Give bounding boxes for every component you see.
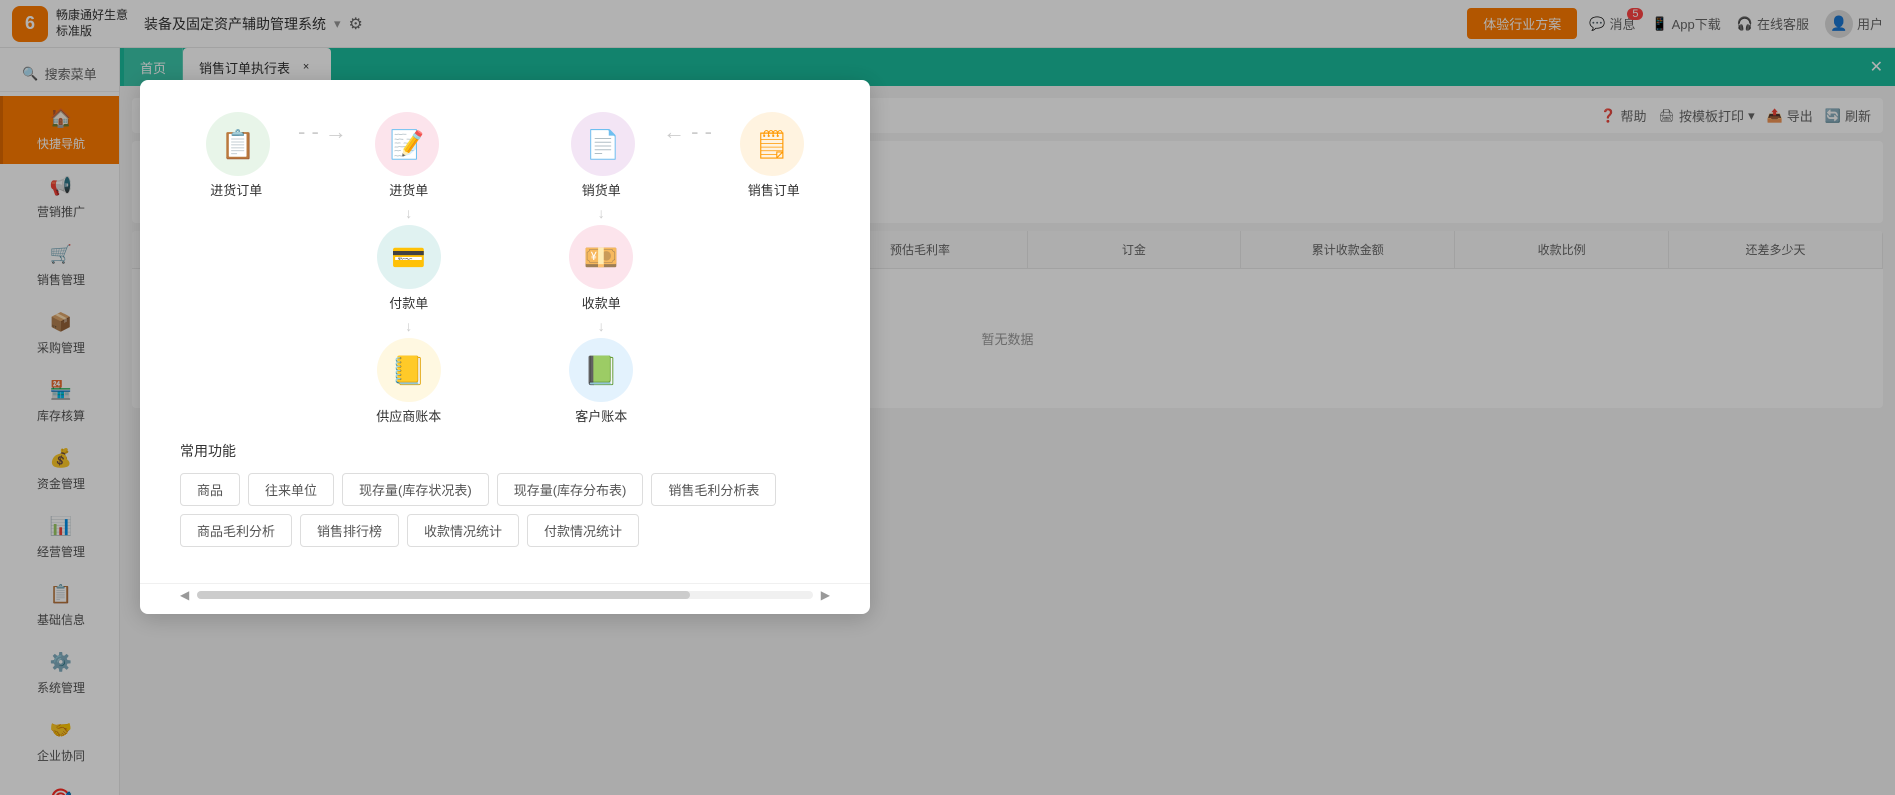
flow-node-sales-bill[interactable]: 📄	[545, 112, 661, 176]
function-btn-0[interactable]: 商品	[180, 473, 240, 506]
arrow-down-purchase: ↓	[353, 205, 466, 221]
flow-node-customer-ledger[interactable]: 📗	[545, 338, 658, 402]
flow-node-purchase-bill[interactable]: 📝	[349, 112, 465, 176]
payment-icon: 💳	[377, 225, 441, 289]
scroll-arrows: ◀ ▶	[180, 588, 830, 602]
label-purchase-bill: 进货单	[353, 180, 466, 199]
supplier-ledger-icon: 📒	[377, 338, 441, 402]
arrow-down-payment: ↓	[353, 318, 466, 334]
function-btn-8[interactable]: 付款情况统计	[527, 514, 639, 547]
common-functions: 常用功能 商品往来单位现存量(库存状况表)现存量(库存分布表)销售毛利分析表商品…	[180, 441, 830, 555]
label-customer-ledger: 客户账本	[545, 406, 658, 425]
scroll-track[interactable]	[197, 591, 813, 599]
flow-node-supplier-ledger[interactable]: 📒	[353, 338, 466, 402]
flow-modal: 📋 - - → 📝 📄 ← - - 🗒 进货订单 进货单	[140, 80, 870, 614]
flow-node-purchase-order[interactable]: 📋	[180, 112, 296, 176]
common-functions-title: 常用功能	[180, 441, 830, 461]
function-btn-7[interactable]: 收款情况统计	[407, 514, 519, 547]
function-btn-2[interactable]: 现存量(库存状况表)	[342, 473, 489, 506]
label-sales-bill: 销货单	[545, 180, 658, 199]
sales-order-icon: 🗒	[740, 112, 804, 176]
arrow-down-receipt: ↓	[545, 318, 658, 334]
flow-node-receipt[interactable]: 💴	[545, 225, 658, 289]
flow-node-sales-order[interactable]: 🗒	[714, 112, 830, 176]
receipt-icon: 💴	[569, 225, 633, 289]
customer-ledger-icon: 📗	[569, 338, 633, 402]
arrow-left-1: ← - -	[661, 119, 714, 169]
function-buttons-row1: 商品往来单位现存量(库存状况表)现存量(库存分布表)销售毛利分析表商品毛利分析销…	[180, 473, 830, 547]
flow-node-payment[interactable]: 💳	[353, 225, 466, 289]
function-buttons-row1: 商品往来单位现存量(库存状况表)现存量(库存分布表)销售毛利分析表商品毛利分析销…	[180, 473, 830, 555]
function-btn-6[interactable]: 销售排行榜	[300, 514, 399, 547]
label-sales-order: 销售订单	[718, 180, 831, 199]
purchase-bill-icon: 📝	[375, 112, 439, 176]
modal-body: 📋 - - → 📝 📄 ← - - 🗒 进货订单 进货单	[140, 80, 870, 583]
label-supplier-ledger: 供应商账本	[353, 406, 466, 425]
label-purchase-order: 进货订单	[180, 180, 293, 199]
label-payment: 付款单	[353, 293, 466, 312]
modal-scroll: ◀ ▶	[140, 583, 870, 614]
sales-bill-icon: 📄	[571, 112, 635, 176]
purchase-order-icon: 📋	[206, 112, 270, 176]
scroll-thumb	[197, 591, 689, 599]
scroll-right-btn[interactable]: ▶	[821, 588, 830, 602]
function-btn-3[interactable]: 现存量(库存分布表)	[497, 473, 644, 506]
function-btn-5[interactable]: 商品毛利分析	[180, 514, 292, 547]
scroll-left-btn[interactable]: ◀	[180, 588, 189, 602]
function-btn-4[interactable]: 销售毛利分析表	[651, 473, 776, 506]
label-receipt: 收款单	[545, 293, 658, 312]
modal-overlay[interactable]: 📋 - - → 📝 📄 ← - - 🗒 进货订单 进货单	[0, 0, 1895, 795]
arrow-right-1: - - →	[296, 119, 349, 169]
function-btn-1[interactable]: 往来单位	[248, 473, 334, 506]
arrow-down-sales: ↓	[545, 205, 658, 221]
